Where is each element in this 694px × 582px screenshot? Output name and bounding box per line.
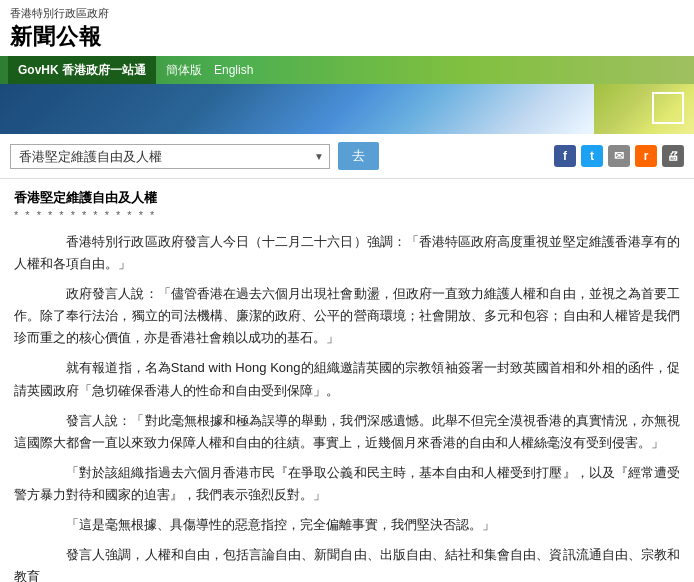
paragraph-3: 就有報道指，名為Stand with Hong Kong的組織邀請英國的宗教領袖…: [14, 357, 680, 401]
email-icon[interactable]: ✉: [608, 145, 630, 167]
header-subtitle: 香港特別行政區政府: [10, 6, 684, 21]
social-icons: f t ✉ r 🖨: [554, 145, 684, 167]
banner: [0, 84, 694, 134]
nav-govhk-link[interactable]: GovHK 香港政府一站通: [8, 56, 156, 84]
paragraph-4: 發言人說：「對此毫無根據和極為誤導的舉動，我們深感遺憾。此舉不但完全漠視香港的真…: [14, 410, 680, 454]
nav-links: 簡体版 English: [166, 62, 253, 79]
nav-simplified[interactable]: 簡体版: [166, 62, 202, 79]
article-divider: * * * * * * * * * * * * *: [14, 209, 680, 221]
banner-box: [652, 92, 684, 124]
header: 香港特別行政區政府 新聞公報: [0, 0, 694, 56]
nav-bar: GovHK 香港政府一站通 簡体版 English: [0, 56, 694, 84]
topic-select[interactable]: 香港堅定維護自由及人權: [10, 144, 330, 169]
toolbar: 香港堅定維護自由及人權 ▼ 去 f t ✉ r 🖨: [0, 134, 694, 179]
paragraph-2: 政府發言人說：「儘管香港在過去六個月出現社會動盪，但政府一直致力維護人權和自由，…: [14, 283, 680, 349]
facebook-icon[interactable]: f: [554, 145, 576, 167]
go-button[interactable]: 去: [338, 142, 379, 170]
article-title: 香港堅定維護自由及人權: [14, 189, 680, 207]
paragraph-1: 香港特別行政區政府發言人今日（十二月二十六日）強調：「香港特區政府高度重視並堅定…: [14, 231, 680, 275]
topic-select-wrapper: 香港堅定維護自由及人權 ▼: [10, 144, 330, 169]
paragraph-7: 發言人強調，人權和自由，包括言論自由、新聞自由、出版自由、結社和集會自由、資訊流…: [14, 544, 680, 582]
article-body: 香港特別行政區政府發言人今日（十二月二十六日）強調：「香港特區政府高度重視並堅定…: [14, 231, 680, 582]
nav-english[interactable]: English: [214, 63, 253, 77]
header-title: 新聞公報: [10, 22, 684, 52]
paragraph-5: 「對於該組織指過去六個月香港市民『在爭取公義和民主時，基本自由和人權受到打壓』，…: [14, 462, 680, 506]
article-content: 香港堅定維護自由及人權 * * * * * * * * * * * * * 香港…: [0, 179, 694, 582]
twitter-icon[interactable]: t: [581, 145, 603, 167]
print-icon[interactable]: 🖨: [662, 145, 684, 167]
paragraph-6: 「這是毫無根據、具傷導性的惡意指控，完全偏離事實，我們堅決否認。」: [14, 514, 680, 536]
rss-icon[interactable]: r: [635, 145, 657, 167]
